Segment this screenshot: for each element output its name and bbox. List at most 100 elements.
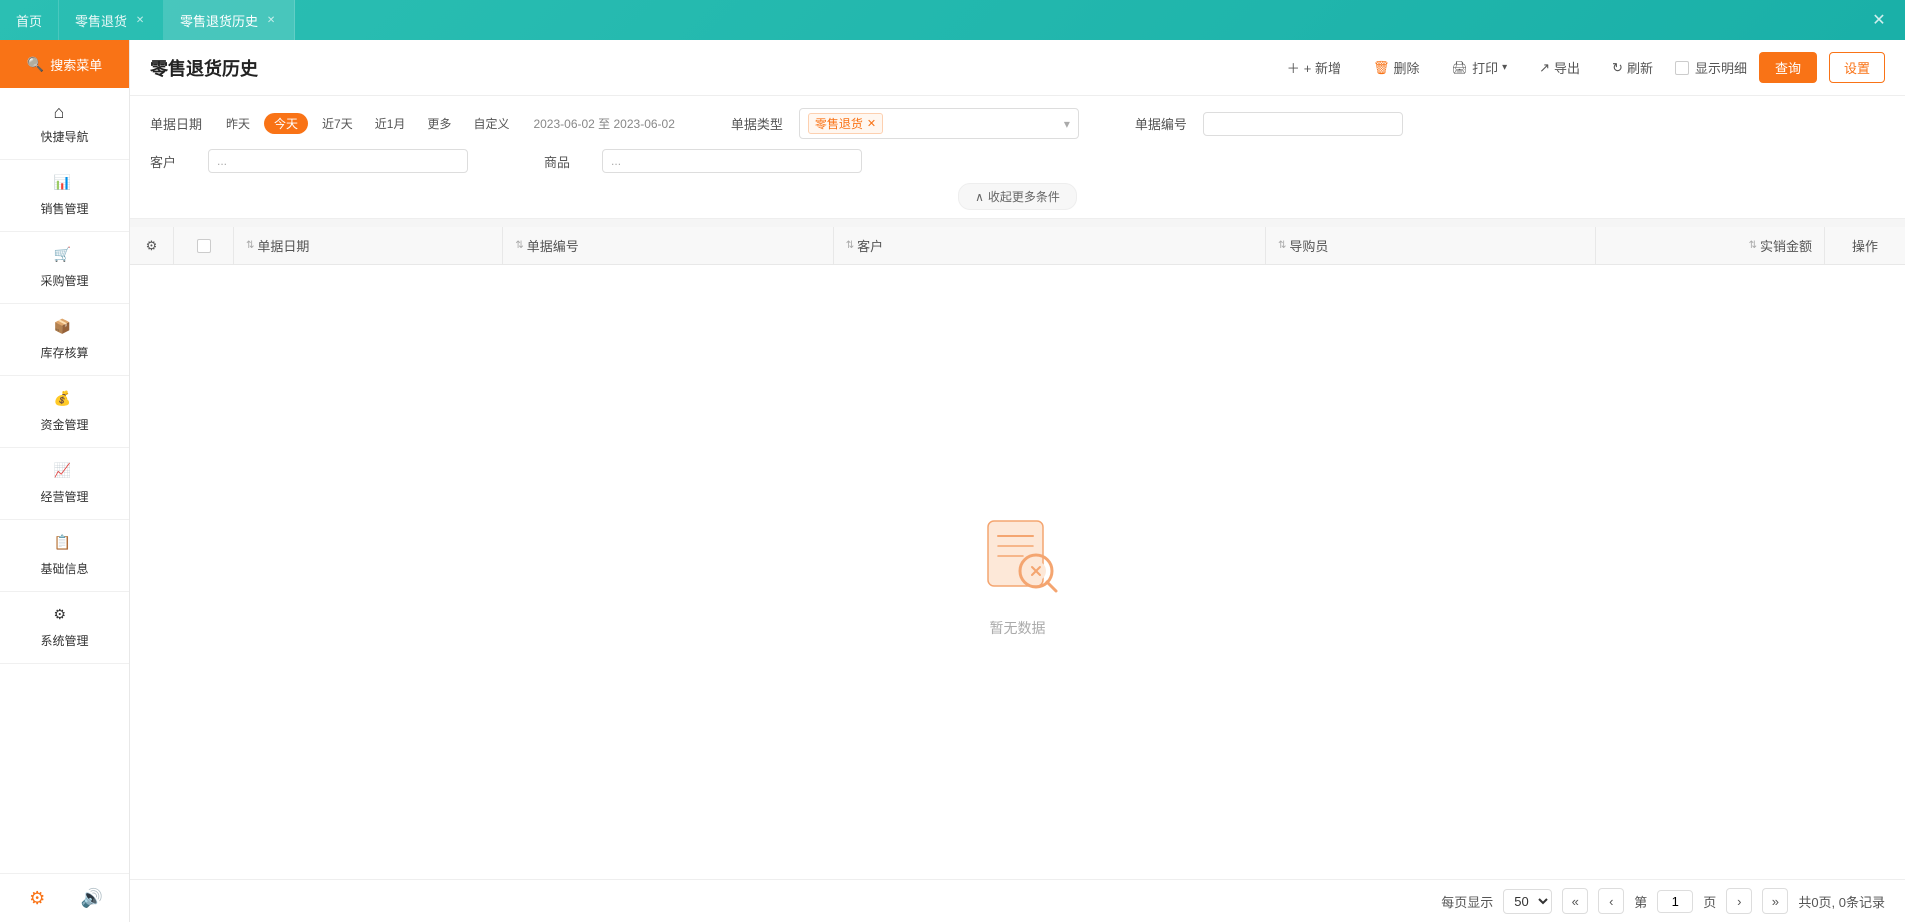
print-icon: 🖨 [1452, 60, 1469, 76]
th-amount: ⇅ 实销金额 [1596, 227, 1825, 264]
table-area: ⚙ ⇅ 单据日期 ⇅ 单据编号 ⇅ 客户 ⇅ [130, 227, 1905, 879]
sidebar-bottom: ⚙ 🔊 [0, 873, 129, 922]
date-btn-yesterday[interactable]: 昨天 [218, 113, 258, 134]
date-range-text: 2023-06-02 至 2023-06-02 [533, 115, 674, 132]
main-layout: 🔍 搜索菜单 ⌂ 快捷导航 📊 销售管理 🛒 采购管理 📦 库存核算 💰 资金管… [0, 40, 1905, 922]
system-mgmt-icon: ⚙ [54, 606, 76, 628]
refresh-button[interactable]: ↻ 刷新 [1602, 53, 1663, 82]
sidebar-item-operations[interactable]: 📈 经营管理 [0, 448, 129, 520]
total-label: 共0页, 0条记录 [1798, 892, 1885, 911]
prev-page-btn[interactable]: ‹ [1598, 888, 1624, 914]
next-page-btn[interactable]: › [1726, 888, 1752, 914]
goods-placeholder: ... [611, 154, 621, 168]
window-controls: ✕ [1865, 6, 1905, 34]
customer-input[interactable]: ... [208, 149, 468, 173]
per-page-select[interactable]: 50 [1503, 889, 1552, 914]
tab-retail-return-history[interactable]: 零售退货历史 ✕ [164, 0, 295, 40]
page-header: 零售退货历史 ＋ + 新增 🗑 删除 🖨 打印 ▾ ↗ 导出 [130, 40, 1905, 96]
date-label: 单据日期 [150, 114, 202, 133]
header-checkbox[interactable] [197, 239, 211, 253]
bill-no-input[interactable] [1203, 112, 1403, 136]
sidebar-item-system-mgmt-label: 系统管理 [40, 632, 88, 649]
collapse-row: ∧ 收起更多条件 [150, 183, 1885, 210]
print-button[interactable]: 🖨 打印 ▾ [1442, 53, 1518, 82]
page-unit: 页 [1703, 892, 1716, 911]
sort-icon-amount: ⇅ [1749, 240, 1757, 251]
sidebar-item-purchase-mgmt-label: 采购管理 [40, 272, 88, 289]
empty-text: 暂无数据 [990, 618, 1046, 638]
display-toggle[interactable]: 显示明细 [1675, 58, 1747, 77]
sidebar-item-inventory[interactable]: 📦 库存核算 [0, 304, 129, 376]
sidebar-item-system-mgmt[interactable]: ⚙ 系统管理 [0, 592, 129, 664]
sidebar-item-sales-mgmt[interactable]: 📊 销售管理 [0, 160, 129, 232]
th-settings[interactable]: ⚙ [130, 227, 174, 264]
tab-retail-return[interactable]: 零售退货 ✕ [59, 0, 164, 40]
add-button[interactable]: ＋ + 新增 [1277, 53, 1351, 82]
filter-settings-button[interactable]: 设置 [1829, 52, 1885, 83]
bill-type-tag-close[interactable]: ✕ [867, 117, 876, 130]
header-actions: ＋ + 新增 🗑 删除 🖨 打印 ▾ ↗ 导出 ↻ [1277, 52, 1885, 83]
delete-button[interactable]: 🗑 删除 [1363, 53, 1430, 82]
tab-home-label: 首页 [16, 11, 42, 30]
date-btn-last7[interactable]: 近7天 [314, 113, 361, 134]
print-dropdown-icon: ▾ [1502, 62, 1507, 73]
sidebar: 🔍 搜索菜单 ⌂ 快捷导航 📊 销售管理 🛒 采购管理 📦 库存核算 💰 资金管… [0, 40, 130, 922]
sort-icon-billno: ⇅ [515, 240, 523, 251]
sidebar-item-finance-label: 资金管理 [40, 416, 88, 433]
date-btn-custom[interactable]: 自定义 [465, 113, 517, 134]
query-button[interactable]: 查询 [1759, 52, 1817, 83]
date-btn-today[interactable]: 今天 [264, 113, 308, 134]
page-number-input[interactable] [1657, 890, 1693, 913]
window-close-btn[interactable]: ✕ [1865, 6, 1893, 34]
th-customer[interactable]: ⇅ 客户 [834, 227, 1266, 264]
filter-row-2: 客户 ... 商品 ... [150, 149, 1885, 173]
empty-icon [968, 506, 1068, 606]
inventory-icon: 📦 [54, 318, 76, 340]
tab-retail-return-history-close[interactable]: ✕ [264, 13, 278, 27]
purchase-mgmt-icon: 🛒 [54, 246, 76, 268]
goods-label: 商品 [544, 152, 570, 171]
th-date[interactable]: ⇅ 单据日期 [234, 227, 503, 264]
sidebar-item-sales-mgmt-label: 销售管理 [40, 200, 88, 217]
page-title: 零售退货历史 [150, 55, 258, 81]
tab-retail-return-close[interactable]: ✕ [133, 13, 147, 27]
delete-icon: 🗑 [1373, 60, 1390, 76]
export-icon: ↗ [1539, 60, 1550, 76]
sidebar-item-operations-label: 经营管理 [40, 488, 88, 505]
volume-bottom-icon[interactable]: 🔊 [78, 884, 106, 912]
sidebar-item-inventory-label: 库存核算 [40, 344, 88, 361]
content-area: 零售退货历史 ＋ + 新增 🗑 删除 🖨 打印 ▾ ↗ 导出 [130, 40, 1905, 922]
bill-no-label: 单据编号 [1135, 114, 1187, 133]
settings-bottom-icon[interactable]: ⚙ [23, 884, 51, 912]
page-label: 第 [1634, 892, 1647, 911]
first-page-btn[interactable]: « [1562, 888, 1588, 914]
date-shortcuts: 昨天 今天 近7天 近1月 更多 自定义 [218, 113, 517, 134]
sidebar-item-finance[interactable]: 💰 资金管理 [0, 376, 129, 448]
sidebar-item-quick-nav[interactable]: ⌂ 快捷导航 [0, 88, 129, 160]
display-toggle-checkbox[interactable] [1675, 61, 1689, 75]
sidebar-item-purchase-mgmt[interactable]: 🛒 采购管理 [0, 232, 129, 304]
sidebar-item-basic-info[interactable]: 📋 基础信息 [0, 520, 129, 592]
search-icon: 🔍 [27, 56, 44, 73]
th-guide[interactable]: ⇅ 导购员 [1266, 227, 1596, 264]
th-check[interactable] [174, 227, 234, 264]
bill-type-tag: 零售退货 ✕ [808, 113, 883, 134]
date-btn-more[interactable]: 更多 [419, 113, 459, 134]
last-page-btn[interactable]: » [1762, 888, 1788, 914]
date-btn-last1m[interactable]: 近1月 [367, 113, 414, 134]
pagination-bar: 每页显示 50 « ‹ 第 页 › » 共0页, 0条记录 [130, 879, 1905, 922]
finance-icon: 💰 [54, 390, 76, 412]
operations-icon: 📈 [54, 462, 76, 484]
goods-input[interactable]: ... [602, 149, 862, 173]
basic-info-icon: 📋 [54, 534, 76, 556]
tab-retail-return-label: 零售退货 [75, 11, 127, 30]
bill-type-dropdown[interactable]: 零售退货 ✕ ▾ [799, 108, 1079, 139]
sort-icon-guide: ⇅ [1278, 240, 1286, 251]
sidebar-search-label: 搜索菜单 [50, 55, 102, 74]
export-button[interactable]: ↗ 导出 [1529, 53, 1590, 82]
sidebar-search[interactable]: 🔍 搜索菜单 [0, 40, 129, 88]
tab-home[interactable]: 首页 [0, 0, 59, 40]
th-billno[interactable]: ⇅ 单据编号 [503, 227, 833, 264]
collapse-button[interactable]: ∧ 收起更多条件 [958, 183, 1077, 210]
empty-state: 暂无数据 [130, 265, 1905, 879]
